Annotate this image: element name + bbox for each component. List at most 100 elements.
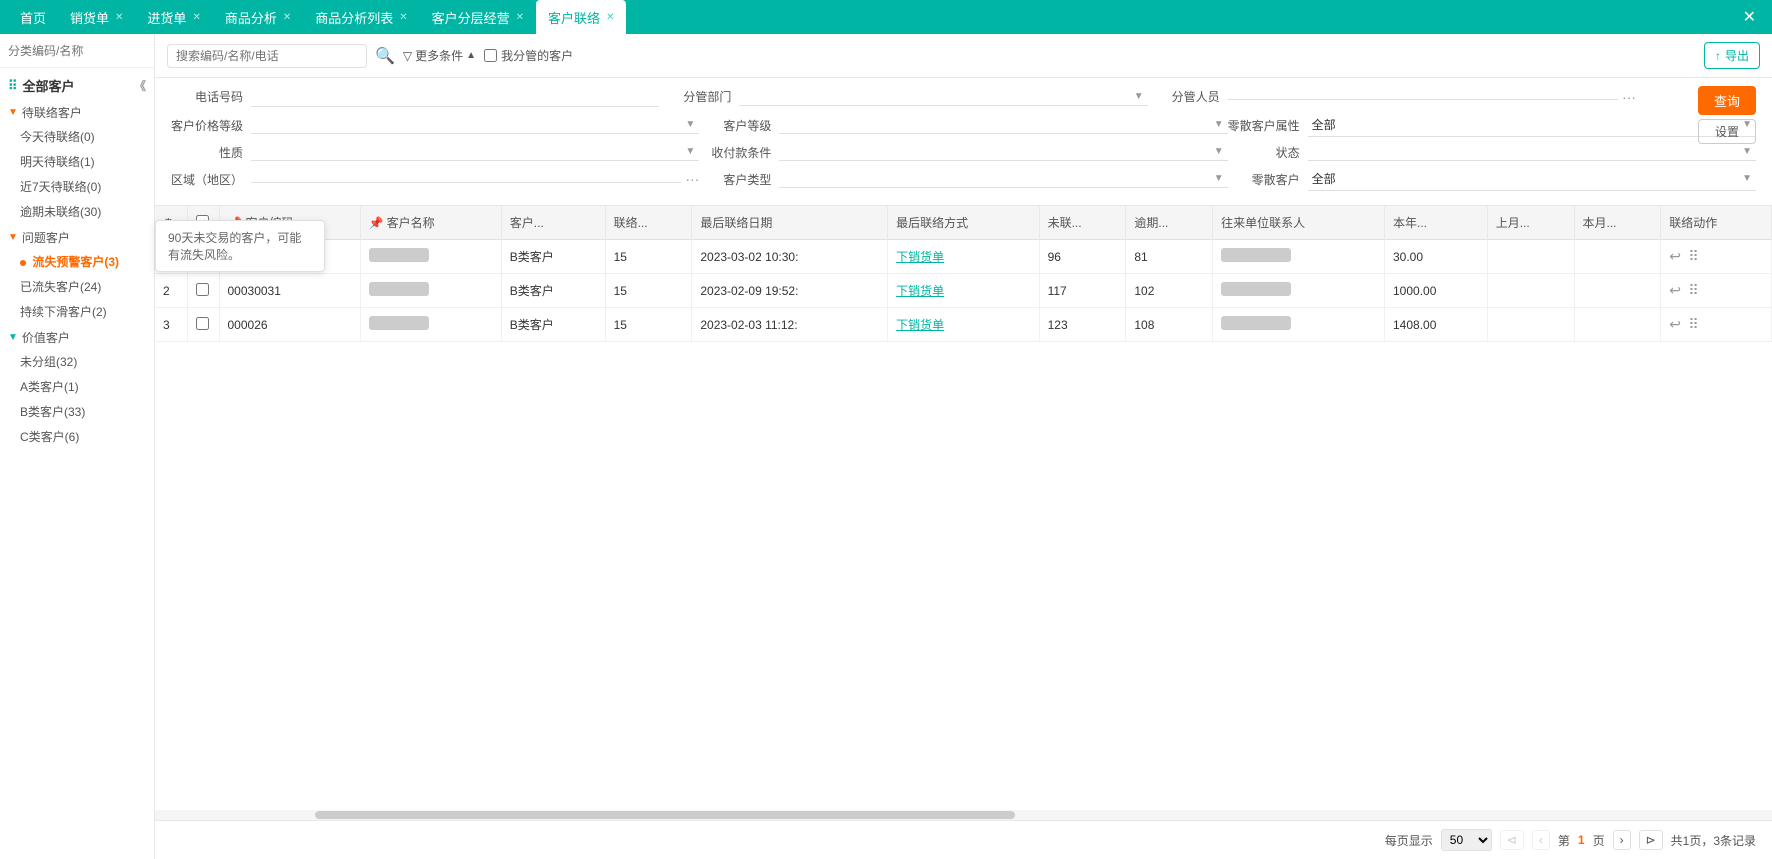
row-this-month bbox=[1574, 308, 1661, 342]
tab-purchase[interactable]: 进货单 ✕ bbox=[135, 0, 212, 34]
row-action[interactable]: ↩ ⠿ bbox=[1661, 308, 1772, 342]
sidebar-item-7days[interactable]: 近7天待联络(0) bbox=[0, 174, 154, 199]
price-level-select[interactable]: ▼ bbox=[251, 116, 699, 134]
row-action[interactable]: ↩ ⠿ bbox=[1661, 240, 1772, 274]
more-icon[interactable]: ⠿ bbox=[1688, 316, 1698, 332]
filter-panel: 电话号码 分管部门 ▼ 分管人员 ··· bbox=[155, 78, 1772, 206]
sidebar-item-c-class[interactable]: C类客户(6) bbox=[0, 424, 154, 449]
tab-close-product-analysis[interactable]: ✕ bbox=[283, 12, 291, 23]
row-select-checkbox[interactable] bbox=[196, 283, 209, 296]
search-input[interactable] bbox=[167, 44, 367, 68]
last-page-button[interactable]: ⊳ bbox=[1639, 830, 1663, 850]
search-button[interactable]: 🔍 bbox=[375, 46, 395, 66]
sidebar-item-churn-warning[interactable]: 流失预警客户(3) bbox=[0, 249, 154, 274]
col-this-month: 本月... bbox=[1574, 206, 1661, 240]
tab-sales[interactable]: 销货单 ✕ bbox=[58, 0, 135, 34]
contact-icon[interactable]: ↩ bbox=[1669, 316, 1681, 332]
tab-close-sales[interactable]: ✕ bbox=[115, 12, 123, 23]
row-last-date: 2023-02-09 19:52: bbox=[692, 274, 888, 308]
row-action[interactable]: ↩ ⠿ bbox=[1661, 274, 1772, 308]
sidebar-item-a-class[interactable]: A类客户(1) bbox=[0, 374, 154, 399]
sidebar-group-pending[interactable]: ▼ 待联络客户 bbox=[0, 99, 154, 124]
contact-icon[interactable]: ↩ bbox=[1669, 248, 1681, 264]
person-select[interactable] bbox=[1228, 93, 1618, 100]
payment-select[interactable]: ▼ bbox=[779, 143, 1227, 161]
row-select-checkbox[interactable] bbox=[196, 317, 209, 330]
more-chevron-icon: ▲ bbox=[466, 50, 476, 61]
sidebar-search-input[interactable] bbox=[8, 44, 155, 58]
row-last-method[interactable]: 下销货单 bbox=[888, 308, 1039, 342]
tab-close-customer-contact[interactable]: ✕ bbox=[606, 12, 614, 23]
customer-type-select[interactable]: ▼ bbox=[779, 170, 1227, 188]
tab-bar: 首页 销货单 ✕ 进货单 ✕ 商品分析 ✕ 商品分析列表 ✕ 客户分层经营 ✕ … bbox=[0, 0, 1772, 34]
horizontal-scrollbar[interactable] bbox=[155, 810, 1772, 820]
settings-button[interactable]: 设置 bbox=[1698, 119, 1756, 144]
export-button[interactable]: ↑ 导出 bbox=[1704, 42, 1760, 69]
phone-input[interactable] bbox=[251, 86, 659, 107]
tab-customer-contact[interactable]: 客户联络 ✕ bbox=[536, 0, 626, 34]
row-last-date: 2023-02-03 11:12: bbox=[692, 308, 888, 342]
row-overdue: 108 bbox=[1126, 308, 1213, 342]
my-customers-checkbox-label[interactable]: 我分管的客户 bbox=[484, 47, 573, 64]
dept-chevron-icon: ▼ bbox=[1134, 91, 1144, 102]
more-conditions-button[interactable]: ▽ 更多条件 ▲ bbox=[403, 47, 476, 64]
area-select[interactable] bbox=[251, 176, 681, 183]
filter-person: 分管人员 ··· bbox=[1148, 88, 1636, 105]
customer-level-select[interactable]: ▼ bbox=[779, 116, 1227, 134]
scrollbar-thumb[interactable] bbox=[315, 811, 1015, 819]
tab-close-purchase[interactable]: ✕ bbox=[192, 12, 200, 23]
tab-close-product-list[interactable]: ✕ bbox=[399, 12, 407, 23]
zero-attr-label: 零散客户属性 bbox=[1228, 117, 1308, 134]
row-checkbox[interactable] bbox=[187, 308, 219, 342]
tab-home[interactable]: 首页 bbox=[8, 0, 58, 34]
per-page-select[interactable]: 50 100 200 bbox=[1441, 829, 1492, 851]
row-last-method[interactable]: 下销货单 bbox=[888, 274, 1039, 308]
data-table-wrapper: ⚙ 📌客户编码 📌客户名称 客户... 联络... 最后联络日期 最后联络方式 … bbox=[155, 206, 1772, 810]
zero-attr-select[interactable]: 全部 ▼ bbox=[1308, 113, 1756, 137]
nature-chevron-icon: ▼ bbox=[685, 146, 695, 157]
collapse-icon[interactable]: 《 bbox=[134, 77, 146, 94]
first-page-button[interactable]: ⊲ bbox=[1500, 830, 1524, 850]
sidebar-item-ungroup[interactable]: 未分组(32) bbox=[0, 349, 154, 374]
sidebar-item-today[interactable]: 今天待联络(0) bbox=[0, 124, 154, 149]
prev-page-button[interactable]: ‹ bbox=[1532, 830, 1550, 850]
row-name bbox=[360, 274, 501, 308]
nature-select[interactable]: ▼ bbox=[251, 143, 699, 161]
col-contact: 联络... bbox=[605, 206, 692, 240]
more-icon[interactable]: ⠿ bbox=[1688, 282, 1698, 298]
export-icon: ↑ bbox=[1715, 49, 1721, 63]
row-person bbox=[1213, 274, 1385, 308]
row-this-month bbox=[1574, 240, 1661, 274]
tab-product-list[interactable]: 商品分析列表 ✕ bbox=[303, 0, 419, 34]
row-type: B类客户 bbox=[501, 308, 605, 342]
dept-select[interactable]: ▼ bbox=[739, 88, 1147, 106]
close-window-icon[interactable]: ✕ bbox=[1735, 3, 1764, 31]
sidebar-item-b-class[interactable]: B类客户(33) bbox=[0, 399, 154, 424]
tab-product-analysis[interactable]: 商品分析 ✕ bbox=[213, 0, 303, 34]
status-select[interactable]: ▼ bbox=[1308, 143, 1756, 161]
next-page-button[interactable]: › bbox=[1613, 830, 1631, 850]
sidebar-group-problem[interactable]: ▼ 问题客户 bbox=[0, 224, 154, 249]
person-dots[interactable]: ··· bbox=[1622, 89, 1636, 105]
sidebar-item-tomorrow[interactable]: 明天待联络(1) bbox=[0, 149, 154, 174]
area-dots[interactable]: ··· bbox=[685, 171, 699, 187]
filter-payment: 收付款条件 ▼ bbox=[699, 143, 1227, 161]
sidebar-root-item[interactable]: ⠿ 全部客户 《 bbox=[0, 68, 154, 99]
tab-customer-layer[interactable]: 客户分层经营 ✕ bbox=[420, 0, 536, 34]
row-code: 000026 bbox=[219, 308, 360, 342]
filter-row-1: 电话号码 分管部门 ▼ 分管人员 ··· bbox=[171, 86, 1756, 107]
contact-icon[interactable]: ↩ bbox=[1669, 282, 1681, 298]
sidebar-item-overdue[interactable]: 逾期未联络(30) bbox=[0, 199, 154, 224]
tab-close-customer-layer[interactable]: ✕ bbox=[516, 12, 524, 23]
sidebar-group-value[interactable]: ▼ 价值客户 bbox=[0, 324, 154, 349]
page-label: 第 bbox=[1558, 832, 1570, 849]
row-last-method[interactable]: 下销货单 bbox=[888, 240, 1039, 274]
my-customers-checkbox[interactable] bbox=[484, 49, 497, 62]
row-checkbox[interactable] bbox=[187, 274, 219, 308]
sidebar-item-churned[interactable]: 已流失客户(24) bbox=[0, 274, 154, 299]
zero-customer-select[interactable]: 全部 ▼ bbox=[1308, 167, 1756, 191]
filter-row-3: 性质 ▼ 收付款条件 ▼ 状态 bbox=[171, 143, 1756, 161]
query-button[interactable]: 查询 bbox=[1698, 86, 1756, 115]
sidebar-item-declining[interactable]: 持续下滑客户(2) bbox=[0, 299, 154, 324]
more-icon[interactable]: ⠿ bbox=[1688, 248, 1698, 264]
